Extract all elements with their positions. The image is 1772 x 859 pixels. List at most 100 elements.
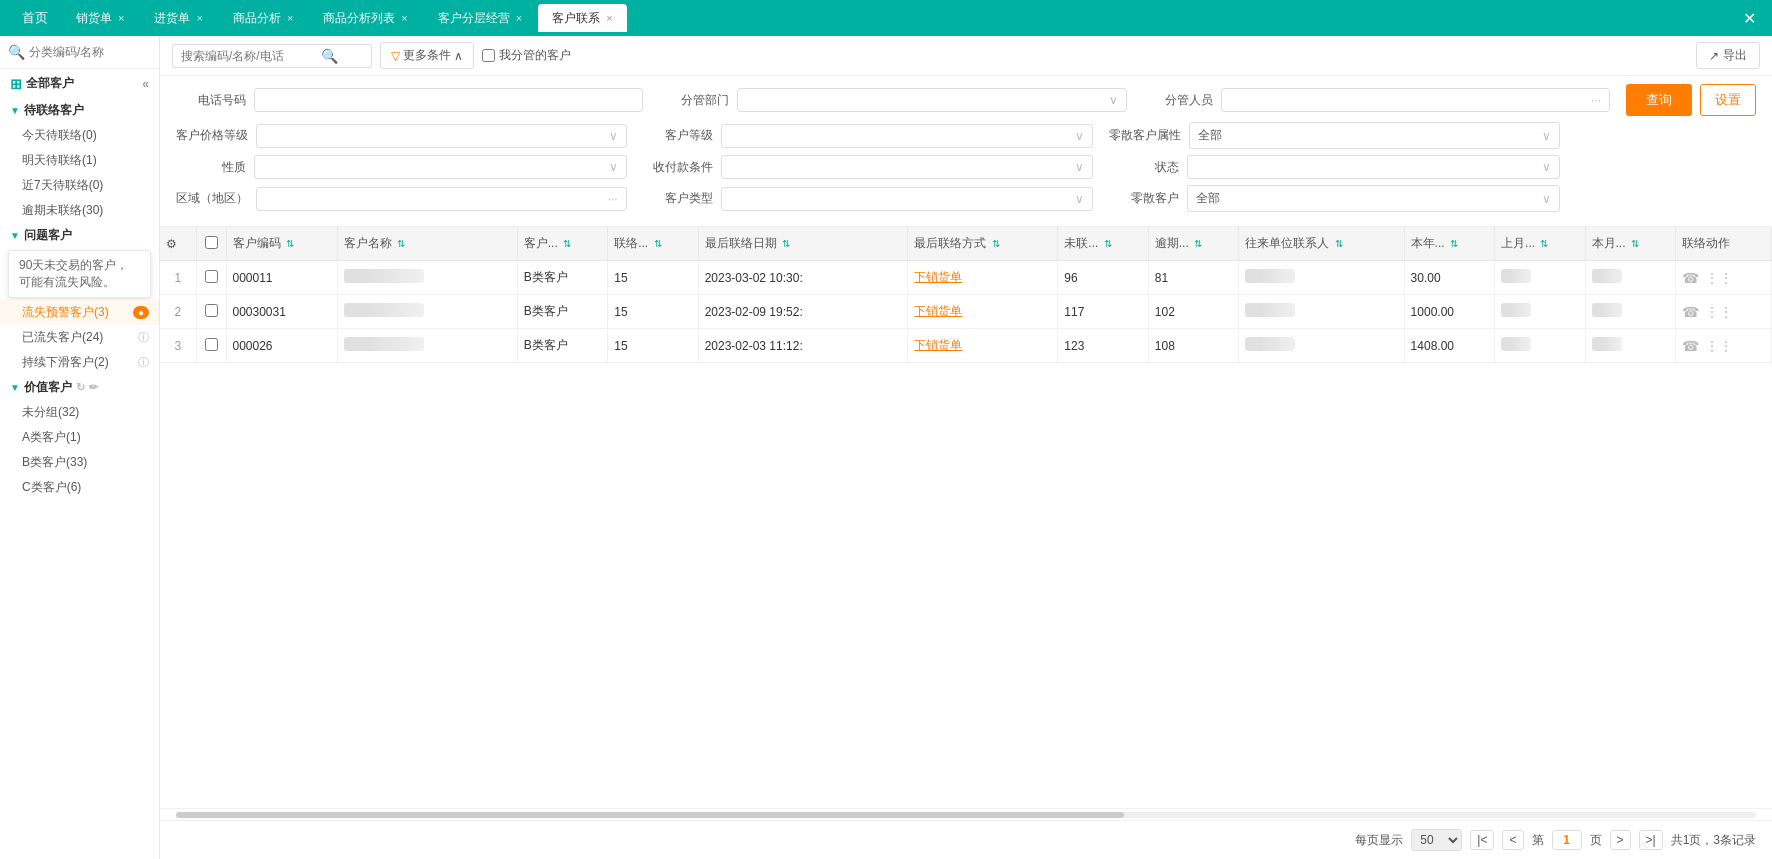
page-number-input[interactable]	[1552, 830, 1582, 850]
sort-icon[interactable]: ⇅	[1540, 238, 1548, 249]
filter-search-icon[interactable]: 🔍	[321, 48, 338, 64]
sidebar-item-class-b[interactable]: B类客户(33)	[0, 450, 159, 475]
more-conditions-btn[interactable]: ▽ 更多条件 ∧	[380, 42, 474, 69]
next-page-btn[interactable]: >	[1610, 830, 1631, 850]
sidebar-all-customers[interactable]: ⊞ 全部客户 «	[0, 69, 159, 98]
sidebar-section-problem[interactable]: ▼ 问题客户	[0, 223, 159, 248]
tab-close-icon[interactable]: ×	[516, 12, 522, 24]
my-customers-checkbox[interactable]: 我分管的客户	[482, 47, 571, 64]
sort-icon[interactable]: ⇅	[1335, 238, 1343, 249]
contact-icon[interactable]: ☎	[1682, 304, 1699, 320]
col-gear[interactable]: ⚙	[160, 227, 196, 261]
tab-customer-contact[interactable]: 客户联系 ×	[538, 4, 626, 32]
col-code: 客户编码 ⇅	[226, 227, 337, 261]
row-num: 3	[160, 329, 196, 363]
sidebar-search-input[interactable]	[29, 45, 160, 59]
dept-select[interactable]: ∨	[737, 88, 1126, 112]
settings-button[interactable]: 设置	[1700, 84, 1756, 116]
customer-type-select[interactable]: ∨	[721, 187, 1094, 211]
sidebar-section-value[interactable]: ▼ 价值客户 ↻ ✏	[0, 375, 159, 400]
row-last-month	[1495, 261, 1585, 295]
select-all-checkbox[interactable]	[205, 236, 218, 249]
row-checkbox-cell[interactable]	[196, 329, 226, 363]
gear-icon[interactable]: ⚙	[166, 237, 177, 251]
sort-icon[interactable]: ⇅	[286, 238, 294, 249]
sort-icon[interactable]: ⇅	[1450, 238, 1458, 249]
filter-search-box[interactable]: 🔍	[172, 44, 372, 68]
tab-product-analysis[interactable]: 商品分析 ×	[219, 4, 307, 32]
row-checkbox[interactable]	[205, 270, 218, 283]
sidebar-item-class-c[interactable]: C类客户(6)	[0, 475, 159, 500]
query-button[interactable]: 查询	[1626, 84, 1692, 116]
row-last-method[interactable]: 下销货单	[908, 295, 1058, 329]
row-checkbox[interactable]	[205, 304, 218, 317]
sidebar-search-box[interactable]: 🔍	[0, 36, 159, 69]
edit-icon[interactable]: ✏	[89, 381, 98, 394]
per-page-select[interactable]: 50 100 200	[1411, 829, 1462, 851]
sidebar-item-today[interactable]: 今天待联络(0)	[0, 123, 159, 148]
sidebar-item-tomorrow[interactable]: 明天待联络(1)	[0, 148, 159, 173]
tab-product-analysis-list[interactable]: 商品分析列表 ×	[309, 4, 421, 32]
sort-icon[interactable]: ⇅	[1194, 238, 1202, 249]
sidebar-item-churned[interactable]: 已流失客户(24) ⓘ	[0, 325, 159, 350]
sort-icon[interactable]: ⇅	[1104, 238, 1112, 249]
sidebar-item-7days[interactable]: 近7天待联络(0)	[0, 173, 159, 198]
sidebar-item-ungrouped[interactable]: 未分组(32)	[0, 400, 159, 425]
sort-icon[interactable]: ⇅	[1631, 238, 1639, 249]
row-checkbox[interactable]	[205, 338, 218, 351]
retail-attr-select[interactable]: 全部 ∨	[1189, 122, 1560, 149]
filter-search-input[interactable]	[181, 49, 321, 63]
price-level-select[interactable]: ∨	[256, 124, 627, 148]
horizontal-scrollbar[interactable]	[160, 808, 1772, 820]
refresh-icon[interactable]: ↻	[76, 381, 85, 394]
status-select[interactable]: ∨	[1187, 155, 1560, 179]
scroll-thumb[interactable]	[176, 812, 1124, 818]
row-last-method[interactable]: 下销货单	[908, 329, 1058, 363]
sidebar-item-class-a[interactable]: A类客户(1)	[0, 425, 159, 450]
sort-icon[interactable]: ⇅	[782, 238, 790, 249]
my-customers-check[interactable]	[482, 49, 495, 62]
region-select[interactable]: ···	[256, 187, 627, 211]
prev-page-btn[interactable]: <	[1502, 830, 1523, 850]
contact-icon[interactable]: ☎	[1682, 270, 1699, 286]
filter-status: 状态 ∨	[1109, 155, 1560, 179]
payment-select[interactable]: ∨	[721, 155, 1094, 179]
sort-icon[interactable]: ⇅	[563, 238, 571, 249]
sidebar-item-churn-warning[interactable]: 流失预警客户(3) ●	[0, 300, 159, 325]
tab-close-icon[interactable]: ×	[196, 12, 202, 24]
tab-purchase-order[interactable]: 进货单 ×	[140, 4, 216, 32]
row-checkbox-cell[interactable]	[196, 261, 226, 295]
last-page-btn[interactable]: >|	[1639, 830, 1663, 850]
more-actions-icon[interactable]: ⋮⋮	[1705, 304, 1733, 320]
more-actions-icon[interactable]: ⋮⋮	[1705, 338, 1733, 354]
first-page-btn[interactable]: |<	[1470, 830, 1494, 850]
row-checkbox-cell[interactable]	[196, 295, 226, 329]
retail-customer-select[interactable]: 全部 ∨	[1187, 185, 1560, 212]
phone-input[interactable]	[254, 88, 643, 112]
sort-icon[interactable]: ⇅	[654, 238, 662, 249]
manager-select[interactable]: ···	[1221, 88, 1610, 112]
more-actions-icon[interactable]: ⋮⋮	[1705, 270, 1733, 286]
customer-level-select[interactable]: ∨	[721, 124, 1094, 148]
tab-home[interactable]: 首页	[8, 9, 62, 27]
tab-sales-order[interactable]: 销货单 ×	[62, 4, 138, 32]
tab-close-icon[interactable]: ×	[401, 12, 407, 24]
tab-customer-segment[interactable]: 客户分层经营 ×	[424, 4, 536, 32]
tab-close-icon-active[interactable]: ×	[606, 12, 612, 24]
row-last-method[interactable]: 下销货单	[908, 261, 1058, 295]
scroll-track	[176, 812, 1756, 818]
col-overdue: 逾期... ⇅	[1148, 227, 1238, 261]
tab-close-icon[interactable]: ×	[118, 12, 124, 24]
sidebar-item-declining[interactable]: 持续下滑客户(2) ⓘ	[0, 350, 159, 375]
col-checkbox[interactable]	[196, 227, 226, 261]
contact-icon[interactable]: ☎	[1682, 338, 1699, 354]
close-all-icon[interactable]: ✕	[1735, 9, 1764, 28]
sidebar-section-pending[interactable]: ▼ 待联络客户	[0, 98, 159, 123]
sidebar-item-overdue-contact[interactable]: 逾期未联络(30)	[0, 198, 159, 223]
nature-select[interactable]: ∨	[254, 155, 627, 179]
sort-icon[interactable]: ⇅	[992, 238, 1000, 249]
export-btn[interactable]: ↗ 导出	[1696, 42, 1760, 69]
tab-close-icon[interactable]: ×	[287, 12, 293, 24]
sort-icon[interactable]: ⇅	[397, 238, 405, 249]
row-overdue: 108	[1148, 329, 1238, 363]
